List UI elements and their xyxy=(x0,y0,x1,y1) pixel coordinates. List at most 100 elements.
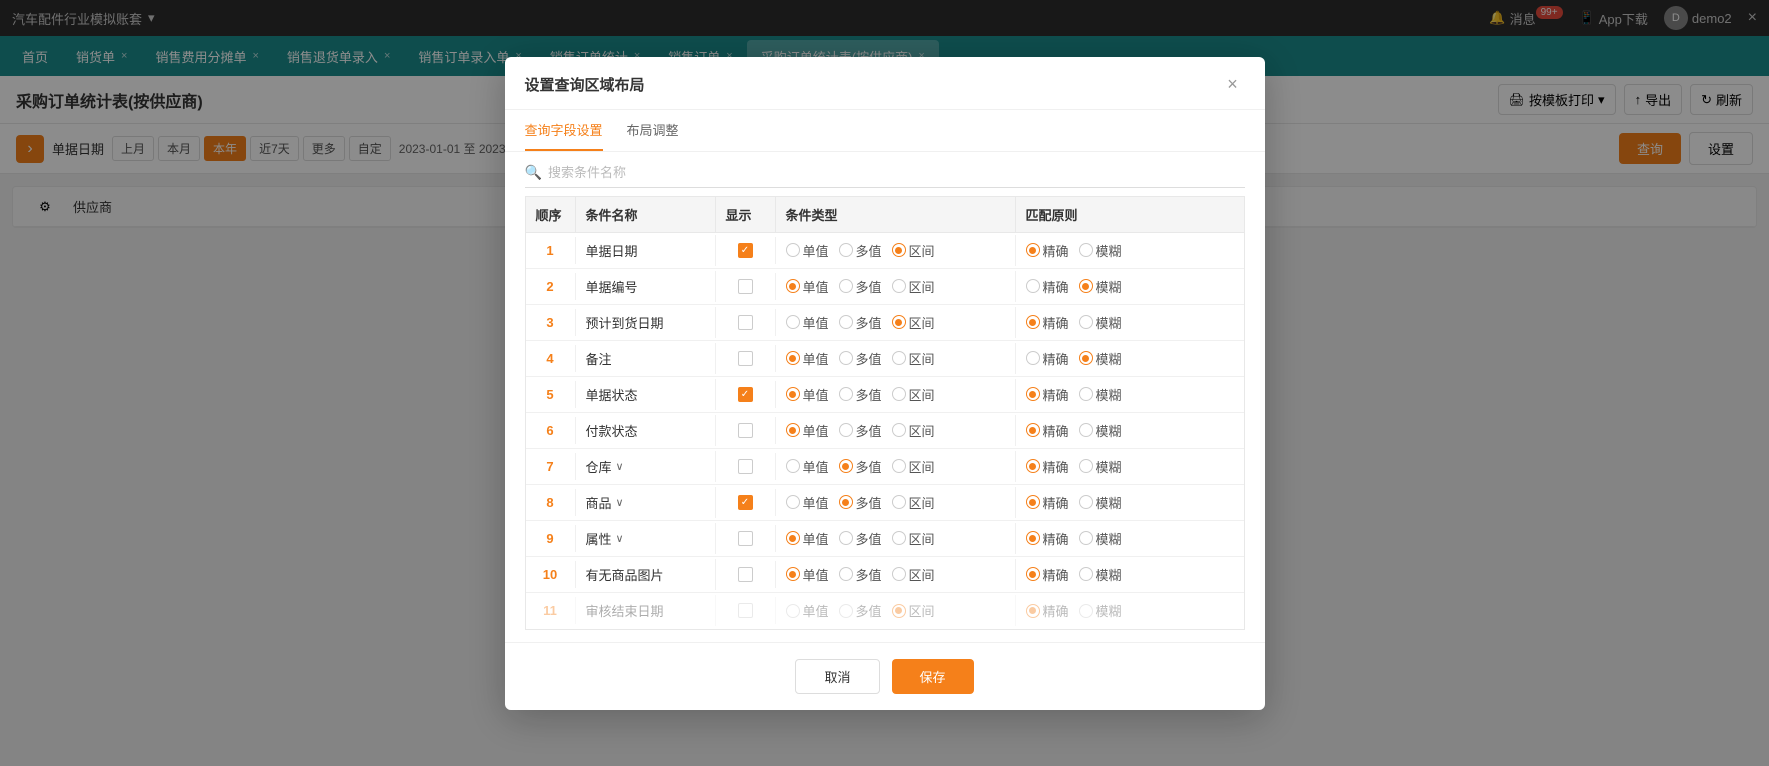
type-radio-range[interactable]: 区间 xyxy=(892,529,935,548)
type-radio-single[interactable]: 单值 xyxy=(786,313,829,332)
type-radio-single[interactable]: 单值 xyxy=(786,421,829,440)
type-radio-range[interactable]: 区间 xyxy=(892,313,935,332)
cancel-button[interactable]: 取消 xyxy=(795,659,879,694)
radio-label: 区间 xyxy=(909,601,935,620)
type-radio-multi[interactable]: 多值 xyxy=(839,241,882,260)
cell-type: 单值多值 区间 xyxy=(776,595,1016,626)
match-radio-fuzzy[interactable]: 模糊 xyxy=(1079,277,1122,296)
display-checkbox[interactable] xyxy=(738,387,753,402)
radio-dot xyxy=(1079,315,1093,329)
display-checkbox[interactable] xyxy=(738,243,753,258)
radio-dot xyxy=(786,387,800,401)
display-checkbox[interactable] xyxy=(738,459,753,474)
type-radio-multi[interactable]: 多值 xyxy=(839,313,882,332)
match-radio-exact[interactable]: 精确 xyxy=(1026,385,1069,404)
cell-order: 8 xyxy=(526,489,576,516)
match-radio-exact[interactable]: 精确 xyxy=(1026,529,1069,548)
dialog-footer: 取消 保存 xyxy=(505,642,1265,710)
type-radio-single[interactable]: 单值 xyxy=(786,529,829,548)
tab-field-settings[interactable]: 查询字段设置 xyxy=(525,110,603,151)
type-radio-range[interactable]: 区间 xyxy=(892,565,935,584)
display-checkbox[interactable] xyxy=(738,315,753,330)
table-row: 2单据编号单值多值区间精确模糊 xyxy=(526,269,1244,305)
display-checkbox[interactable] xyxy=(738,423,753,438)
radio-label: 单值 xyxy=(803,241,829,260)
display-checkbox[interactable] xyxy=(738,531,753,546)
match-radio-fuzzy[interactable]: 模糊 xyxy=(1079,601,1122,620)
radio-label: 模糊 xyxy=(1096,565,1122,584)
type-radio-range[interactable]: 区间 xyxy=(892,349,935,368)
type-radio-range[interactable]: 区间 xyxy=(892,241,935,260)
type-radio-multi[interactable]: 多值 xyxy=(839,421,882,440)
match-radio-fuzzy[interactable]: 模糊 xyxy=(1079,565,1122,584)
display-checkbox[interactable] xyxy=(738,603,753,618)
match-radio-fuzzy[interactable]: 模糊 xyxy=(1079,421,1122,440)
match-radio-fuzzy[interactable]: 模糊 xyxy=(1079,349,1122,368)
match-radio-fuzzy[interactable]: 模糊 xyxy=(1079,529,1122,548)
cell-order: 5 xyxy=(526,381,576,408)
display-checkbox[interactable] xyxy=(738,351,753,366)
cell-display xyxy=(716,273,776,300)
match-radio-exact[interactable]: 精确 xyxy=(1026,421,1069,440)
type-radio-multi[interactable]: 多值 xyxy=(839,601,882,620)
type-radio-range[interactable]: 区间 xyxy=(892,457,935,476)
match-radio-fuzzy[interactable]: 模糊 xyxy=(1079,313,1122,332)
type-radio-range[interactable]: 区间 xyxy=(892,277,935,296)
match-radio-fuzzy[interactable]: 模糊 xyxy=(1079,493,1122,512)
display-checkbox[interactable] xyxy=(738,495,753,510)
display-checkbox[interactable] xyxy=(738,567,753,582)
type-radio-single[interactable]: 单值 xyxy=(786,277,829,296)
radio-dot xyxy=(1026,315,1040,329)
dropdown-icon: ∨ xyxy=(616,460,624,473)
cell-match: 精确 模糊 xyxy=(1016,343,1216,374)
type-radio-multi[interactable]: 多值 xyxy=(839,277,882,296)
cell-match: 精确模糊 xyxy=(1016,415,1216,446)
display-checkbox[interactable] xyxy=(738,279,753,294)
type-radio-multi[interactable]: 多值 xyxy=(839,529,882,548)
radio-label: 精确 xyxy=(1043,493,1069,512)
radio-label: 模糊 xyxy=(1096,349,1122,368)
type-radio-single[interactable]: 单值 xyxy=(786,493,829,512)
type-radio-multi[interactable]: 多值 xyxy=(839,385,882,404)
cell-type: 单值多值区间 xyxy=(776,271,1016,302)
save-button[interactable]: 保存 xyxy=(892,659,974,694)
tab-layout-adjust[interactable]: 布局调整 xyxy=(627,110,679,151)
radio-dot xyxy=(839,567,853,581)
type-radio-multi[interactable]: 多值 xyxy=(839,457,882,476)
cell-display xyxy=(716,597,776,624)
type-radio-single[interactable]: 单值 xyxy=(786,565,829,584)
type-radio-single[interactable]: 单值 xyxy=(786,349,829,368)
match-radio-fuzzy[interactable]: 模糊 xyxy=(1079,457,1122,476)
radio-dot xyxy=(786,531,800,545)
table-row: 6付款状态单值多值区间精确模糊 xyxy=(526,413,1244,449)
match-radio-exact[interactable]: 精确 xyxy=(1026,457,1069,476)
cell-type: 单值 多值区间 xyxy=(776,487,1016,518)
match-radio-exact[interactable]: 精确 xyxy=(1026,349,1069,368)
match-radio-exact[interactable]: 精确 xyxy=(1026,601,1069,620)
match-radio-exact[interactable]: 精确 xyxy=(1026,565,1069,584)
type-radio-single[interactable]: 单值 xyxy=(786,601,829,620)
match-radio-exact[interactable]: 精确 xyxy=(1026,493,1069,512)
cell-name: 商品 ∨ xyxy=(576,487,716,518)
type-radio-multi[interactable]: 多值 xyxy=(839,349,882,368)
type-radio-range[interactable]: 区间 xyxy=(892,601,935,620)
type-radio-single[interactable]: 单值 xyxy=(786,241,829,260)
radio-label: 多值 xyxy=(856,493,882,512)
type-radio-range[interactable]: 区间 xyxy=(892,421,935,440)
match-radio-exact[interactable]: 精确 xyxy=(1026,313,1069,332)
dialog-close-button[interactable]: × xyxy=(1221,73,1245,97)
type-radio-range[interactable]: 区间 xyxy=(892,493,935,512)
match-radio-exact[interactable]: 精确 xyxy=(1026,241,1069,260)
cell-match: 精确模糊 xyxy=(1016,487,1216,518)
match-radio-fuzzy[interactable]: 模糊 xyxy=(1079,241,1122,260)
match-radio-fuzzy[interactable]: 模糊 xyxy=(1079,385,1122,404)
type-radio-multi[interactable]: 多值 xyxy=(839,493,882,512)
type-radio-single[interactable]: 单值 xyxy=(786,457,829,476)
type-radio-multi[interactable]: 多值 xyxy=(839,565,882,584)
condition-search-input[interactable] xyxy=(548,165,748,180)
cell-name: 预计到货日期 xyxy=(576,307,716,338)
radio-label: 模糊 xyxy=(1096,457,1122,476)
match-radio-exact[interactable]: 精确 xyxy=(1026,277,1069,296)
type-radio-range[interactable]: 区间 xyxy=(892,385,935,404)
type-radio-single[interactable]: 单值 xyxy=(786,385,829,404)
